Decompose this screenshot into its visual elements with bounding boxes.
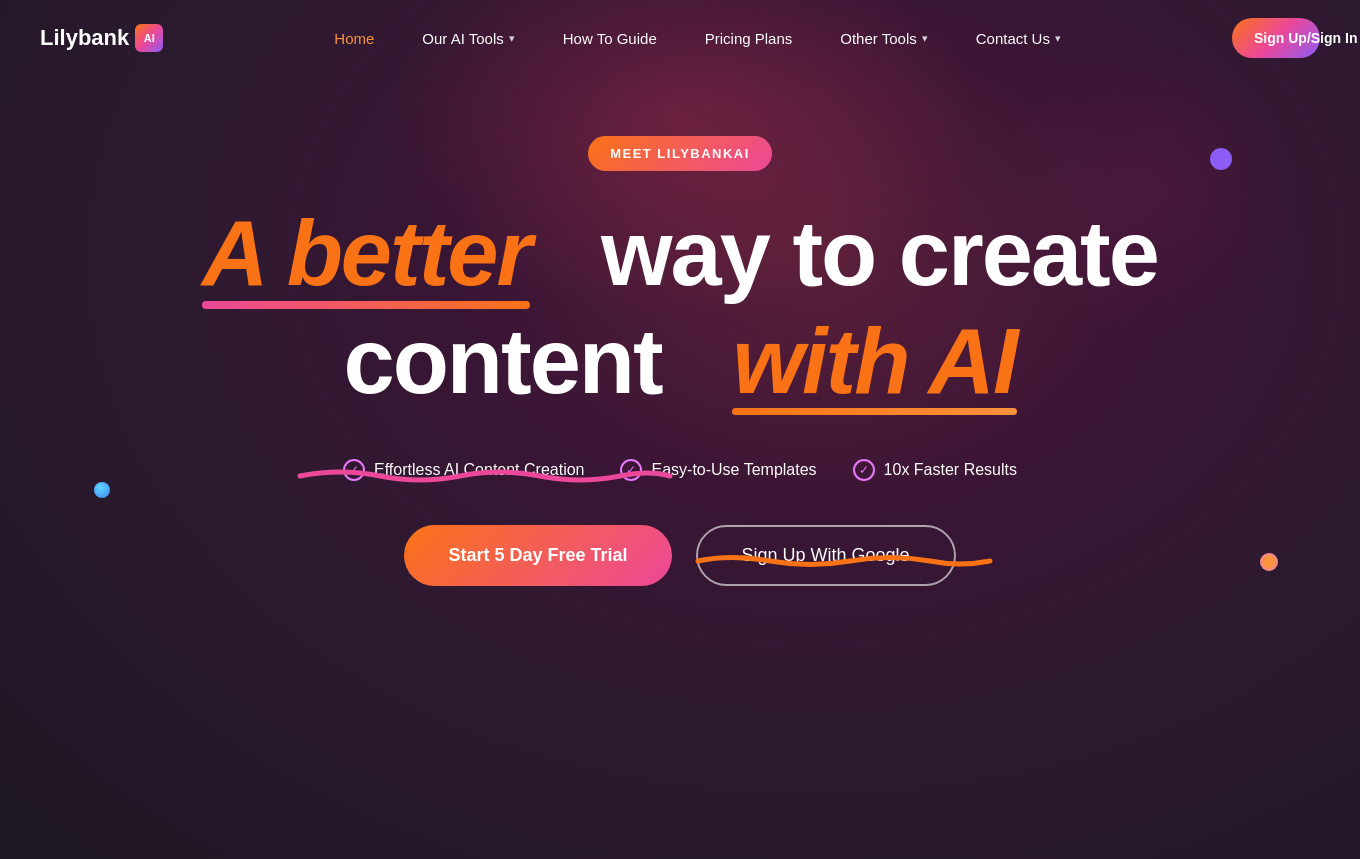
nav-link-contact[interactable]: Contact Us ▾: [952, 22, 1085, 55]
nav-item-ai-tools[interactable]: Our AI Tools ▾: [398, 22, 538, 55]
hero-headline-line2: content with AI: [202, 315, 1158, 407]
navbar: Lilybank AI Home Our AI Tools ▾ How To G…: [0, 0, 1360, 76]
check-icon-1: ✓: [343, 459, 365, 481]
hero-headline-line1: A better way to create: [202, 207, 1158, 299]
nav-link-pricing[interactable]: Pricing Plans: [681, 22, 817, 55]
nav-item-other-tools[interactable]: Other Tools ▾: [816, 22, 951, 55]
check-icon-3: ✓: [853, 459, 875, 481]
meet-badge: MEET LILYBANKAI: [588, 136, 772, 171]
logo-text: Lilybank: [40, 25, 129, 51]
nav-link-home[interactable]: Home: [310, 22, 398, 55]
nav-links: Home Our AI Tools ▾ How To Guide Pricing…: [310, 22, 1085, 55]
chevron-down-icon: ▾: [509, 32, 515, 45]
hero-text-content: content: [344, 310, 662, 412]
nav-item-how-to[interactable]: How To Guide: [539, 22, 681, 55]
trial-button[interactable]: Start 5 Day Free Trial: [404, 525, 671, 586]
nav-item-home[interactable]: Home: [310, 22, 398, 55]
feature-item-1: ✓ Effortless AI Content Creation: [343, 459, 584, 481]
nav-link-how-to[interactable]: How To Guide: [539, 22, 681, 55]
cta-row: Start 5 Day Free Trial Sign Up With Goog…: [404, 525, 955, 586]
check-icon-2: ✓: [620, 459, 642, 481]
hero-headline: A better way to create content with AI: [202, 207, 1158, 407]
nav-link-ai-tools[interactable]: Our AI Tools ▾: [398, 22, 538, 55]
hero-text-way-to-create: way to create: [601, 202, 1158, 304]
hero-text-a-better: A better: [202, 207, 530, 299]
nav-link-other-tools[interactable]: Other Tools ▾: [816, 22, 951, 55]
hero-section: MEET LILYBANKAI A better way to create c…: [0, 76, 1360, 586]
feature-label-2: Easy-to-Use Templates: [651, 461, 816, 479]
nav-item-contact[interactable]: Contact Us ▾: [952, 22, 1085, 55]
sign-up-button[interactable]: Sign Up/Sign In: [1232, 18, 1320, 59]
google-signup-button[interactable]: Sign Up With Google: [696, 525, 956, 586]
feature-item-2: ✓ Easy-to-Use Templates: [620, 459, 816, 481]
feature-label-1: Effortless AI Content Creation: [374, 461, 584, 479]
chevron-down-icon-3: ▾: [1055, 32, 1061, 45]
feature-item-3: ✓ 10x Faster Results: [853, 459, 1017, 481]
logo-ai-badge: AI: [135, 24, 163, 52]
hero-text-with-ai: with AI: [732, 315, 1016, 407]
chevron-down-icon-2: ▾: [922, 32, 928, 45]
feature-label-3: 10x Faster Results: [884, 461, 1017, 479]
features-row: ✓ Effortless AI Content Creation ✓ Easy-…: [343, 459, 1017, 481]
nav-item-pricing[interactable]: Pricing Plans: [681, 22, 817, 55]
logo[interactable]: Lilybank AI: [40, 24, 163, 52]
